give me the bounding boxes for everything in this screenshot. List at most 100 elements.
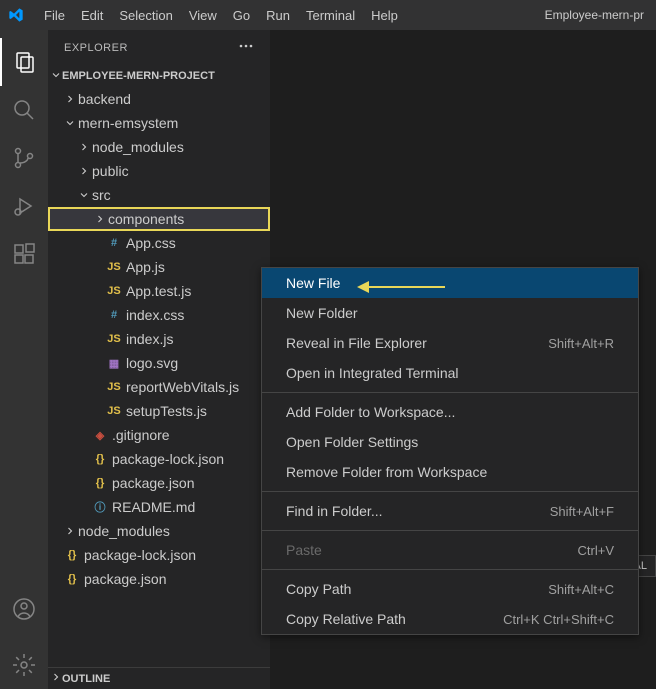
context-new-file[interactable]: New File [262,268,638,298]
menu-label: New File [286,275,340,291]
file-package-json[interactable]: {} package.json [48,471,270,495]
menu-help[interactable]: Help [363,0,406,30]
activitybar [0,30,48,689]
context-copy-path[interactable]: Copy Path Shift+Alt+C [262,574,638,604]
activity-explorer-icon[interactable] [0,38,48,86]
menu-terminal[interactable]: Terminal [298,0,363,30]
file-package-json-root[interactable]: {} package.json [48,567,270,591]
chevron-right-icon [50,671,62,686]
chevron-right-icon [92,213,108,225]
file-report-web-vitals[interactable]: JS reportWebVitals.js [48,375,270,399]
context-reveal[interactable]: Reveal in File Explorer Shift+Alt+R [262,328,638,358]
shortcut-label: Ctrl+K Ctrl+Shift+C [503,612,614,627]
file-package-lock-root[interactable]: {} package-lock.json [48,543,270,567]
file-label: index.js [126,331,173,347]
file-label: index.css [126,307,184,323]
outline-section-header[interactable]: OUTLINE [48,667,270,689]
folder-label: public [92,163,129,179]
context-paste: Paste Ctrl+V [262,535,638,565]
sidebar-header: EXPLORER [48,30,270,65]
separator [262,491,638,492]
folder-node-modules-root[interactable]: node_modules [48,519,270,543]
file-readme[interactable]: ⓘ README.md [48,495,270,519]
menu-label: Paste [286,542,322,558]
js-icon: JS [104,285,124,297]
context-terminal[interactable]: Open in Integrated Terminal [262,358,638,388]
menu-view[interactable]: View [181,0,225,30]
activity-accounts-icon[interactable] [0,585,48,633]
project-section-header[interactable]: EMPLOYEE-MERN-PROJECT [48,65,270,87]
folder-label: backend [78,91,131,107]
file-label: package-lock.json [84,547,196,563]
context-find[interactable]: Find in Folder... Shift+Alt+F [262,496,638,526]
project-name: EMPLOYEE-MERN-PROJECT [62,70,215,82]
file-label: setupTests.js [126,403,207,419]
menu-label: Open in Integrated Terminal [286,365,459,381]
menu-label: Reveal in File Explorer [286,335,427,351]
file-label: App.js [126,259,165,275]
js-icon: JS [104,381,124,393]
file-label: App.test.js [126,283,191,299]
file-app-css[interactable]: # App.css [48,231,270,255]
separator [262,530,638,531]
file-app-test-js[interactable]: JS App.test.js [48,279,270,303]
css-icon: # [104,237,124,249]
menubar: File Edit Selection View Go Run Terminal… [0,0,656,30]
file-label: .gitignore [112,427,170,443]
folder-label: node_modules [78,523,170,539]
sidebar: EXPLORER EMPLOYEE-MERN-PROJECT backend m… [48,30,270,689]
file-label: reportWebVitals.js [126,379,239,395]
folder-label: mern-emsystem [78,115,178,131]
folder-public[interactable]: public [48,159,270,183]
menu-run[interactable]: Run [258,0,298,30]
file-label: package.json [84,571,167,587]
file-setup-tests[interactable]: JS setupTests.js [48,399,270,423]
folder-label: src [92,187,111,203]
sidebar-title: EXPLORER [64,42,128,54]
folder-label: node_modules [92,139,184,155]
activity-search-icon[interactable] [0,86,48,134]
context-copy-relative-path[interactable]: Copy Relative Path Ctrl+K Ctrl+Shift+C [262,604,638,634]
context-folder-settings[interactable]: Open Folder Settings [262,427,638,457]
shortcut-label: Shift+Alt+F [550,504,614,519]
file-index-js[interactable]: JS index.js [48,327,270,351]
css-icon: # [104,309,124,321]
folder-backend[interactable]: backend [48,87,270,111]
chevron-down-icon [76,189,92,201]
context-remove-folder[interactable]: Remove Folder from Workspace [262,457,638,487]
file-label: package.json [112,475,195,491]
menu-selection[interactable]: Selection [111,0,180,30]
context-new-folder[interactable]: New Folder [262,298,638,328]
more-actions-icon[interactable] [238,38,254,57]
file-package-lock-json[interactable]: {} package-lock.json [48,447,270,471]
file-label: README.md [112,499,195,515]
vscode-icon [8,7,24,23]
menu-label: Copy Path [286,581,351,597]
activity-settings-icon[interactable] [0,641,48,689]
context-add-folder[interactable]: Add Folder to Workspace... [262,397,638,427]
shortcut-label: Shift+Alt+C [548,582,614,597]
activity-extensions-icon[interactable] [0,230,48,278]
activity-debug-icon[interactable] [0,182,48,230]
folder-node-modules[interactable]: node_modules [48,135,270,159]
menu-go[interactable]: Go [225,0,258,30]
file-label: package-lock.json [112,451,224,467]
chevron-right-icon [76,165,92,177]
file-app-js[interactable]: JS App.js [48,255,270,279]
js-icon: JS [104,405,124,417]
file-logo-svg[interactable]: ▦ logo.svg [48,351,270,375]
menu-edit[interactable]: Edit [73,0,111,30]
chevron-right-icon [62,525,78,537]
activity-source-control-icon[interactable] [0,134,48,182]
json-icon: {} [90,453,110,465]
chevron-right-icon [76,141,92,153]
file-index-css[interactable]: # index.css [48,303,270,327]
menu-label: New Folder [286,305,358,321]
folder-src[interactable]: src [48,183,270,207]
js-icon: JS [104,333,124,345]
folder-mern-emsystem[interactable]: mern-emsystem [48,111,270,135]
file-gitignore[interactable]: ◈ .gitignore [48,423,270,447]
chevron-right-icon [62,93,78,105]
menu-file[interactable]: File [36,0,73,30]
folder-components[interactable]: components [48,207,270,231]
